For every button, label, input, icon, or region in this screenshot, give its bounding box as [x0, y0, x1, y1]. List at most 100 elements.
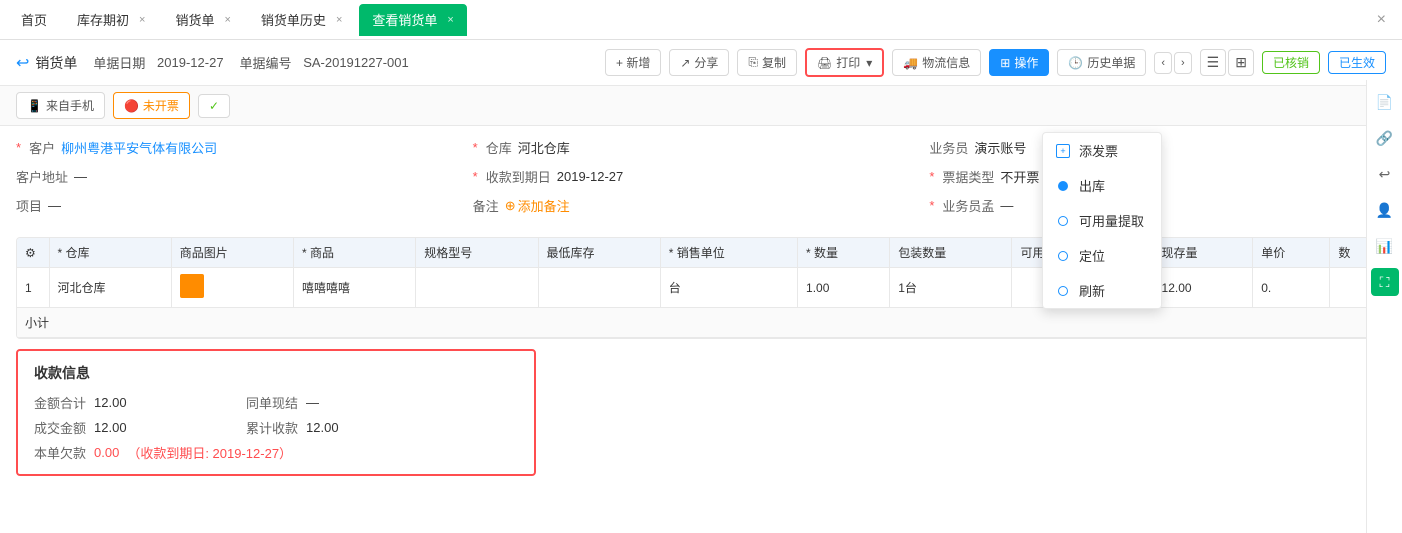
- staff2-value: —: [1000, 198, 1013, 213]
- transaction-amount-item: 成交金额 12.00: [34, 418, 214, 437]
- warehouse-value: 河北仓库: [518, 138, 570, 157]
- col-product: * 商品: [294, 238, 416, 268]
- tab-view-sales[interactable]: 查看销货单 ×: [359, 4, 466, 36]
- dropdown-available-qty[interactable]: 可用量提取: [1043, 203, 1161, 238]
- tab-view-sales-close[interactable]: ×: [447, 14, 453, 26]
- cumulative-payment-item: 累计收款 12.00: [246, 418, 426, 437]
- sidebar-link-icon[interactable]: 🔗: [1371, 124, 1399, 152]
- total-amount-item: 金额合计 12.00: [34, 393, 214, 412]
- add-invoice-icon: +: [1056, 144, 1070, 158]
- transaction-amount-label: 成交金额: [34, 418, 86, 437]
- sidebar-doc-icon[interactable]: 📄: [1371, 88, 1399, 116]
- dropdown-add-invoice[interactable]: + 添发票: [1043, 133, 1161, 168]
- tab-sales-close[interactable]: ×: [224, 14, 230, 26]
- address-value: —: [74, 169, 87, 184]
- project-value: —: [48, 198, 61, 213]
- dropdown-refresh[interactable]: 刷新: [1043, 273, 1161, 308]
- next-button[interactable]: ›: [1174, 52, 1192, 74]
- payment-rows: 金额合计 12.00 同单现结 — 成交金额 12.00: [34, 393, 518, 462]
- col-unit: * 销售单位: [660, 238, 797, 268]
- tab-inventory[interactable]: 库存期初 ×: [64, 4, 158, 36]
- truck-icon: 🚚: [903, 56, 918, 70]
- tab-home[interactable]: 首页: [8, 4, 60, 36]
- col-qty: * 数量: [798, 238, 890, 268]
- effective-badge[interactable]: 已生效: [1328, 51, 1386, 74]
- doc-actions: + 新增 ↗ 分享 ⎘ 复制 🖨 打印 ▾ 🚚: [605, 48, 1386, 77]
- cell-spec: [416, 268, 538, 308]
- tab-sales-label: 销货单: [175, 10, 214, 29]
- grid-view-button[interactable]: ⊞: [1228, 49, 1254, 76]
- cell-min-stock: [538, 268, 660, 308]
- share-button[interactable]: ↗ 分享: [669, 49, 729, 76]
- outbound-icon: [1058, 181, 1068, 191]
- history-icon: 🕒: [1068, 56, 1083, 70]
- bottom-section: 收款信息 金额合计 12.00 同单现结 —: [16, 349, 1386, 476]
- tab-sales-history-close[interactable]: ×: [336, 14, 342, 26]
- payment-info: 收款信息 金额合计 12.00 同单现结 —: [16, 349, 536, 476]
- address-field: 客户地址 —: [16, 167, 473, 186]
- logistics-button[interactable]: 🚚 物流信息: [892, 49, 981, 76]
- not-open-button[interactable]: 🔴 未开票: [113, 92, 190, 119]
- operate-icon: ⊞: [1000, 56, 1010, 70]
- plus-icon: ⊕: [505, 198, 516, 214]
- add-invoice-label: 添发票: [1079, 141, 1118, 160]
- dropdown-locate[interactable]: 定位: [1043, 238, 1161, 273]
- doc-title-text: 销货单: [35, 53, 77, 73]
- same-settlement-label: 同单现结: [246, 393, 298, 412]
- mobile-icon: 📱: [27, 99, 42, 113]
- main-content: ↩ 销货单 单据日期 2019-12-27 单据编号 SA-20191227-0…: [0, 40, 1402, 533]
- col-pack-qty: 包装数量: [890, 238, 1012, 268]
- form-row-3: 项目 — 备注 ⊕ 添加备注 * 业务员孟 —: [16, 196, 1386, 215]
- tab-inventory-close[interactable]: ×: [139, 14, 145, 26]
- tab-view-sales-label: 查看销货单: [372, 10, 437, 29]
- doc-number-value: SA-20191227-001: [303, 55, 409, 70]
- sold-badge[interactable]: 已核销: [1262, 51, 1320, 74]
- ticket-icon: 🔴: [124, 99, 139, 113]
- list-view-button[interactable]: ☰: [1200, 49, 1227, 76]
- window-close[interactable]: ×: [1369, 11, 1394, 29]
- sidebar-back-icon[interactable]: ↩: [1371, 160, 1399, 188]
- data-table: ⚙ * 仓库 商品图片 * 商品 规格型号 最低库存 * 销售单位 * 数量 包…: [17, 238, 1385, 338]
- payment-title: 收款信息: [34, 363, 518, 383]
- same-settlement-value: —: [306, 395, 319, 410]
- prev-button[interactable]: ‹: [1154, 52, 1172, 74]
- payment-row-3: 本单欠款 0.00 （收款到期日: 2019-12-27）: [34, 443, 518, 462]
- cell-unit: 台: [660, 268, 797, 308]
- tab-sales[interactable]: 销货单 ×: [162, 4, 243, 36]
- sidebar-user-icon[interactable]: 👤: [1371, 196, 1399, 224]
- print-button[interactable]: 🖨 打印 ▾: [805, 48, 884, 77]
- col-gear: ⚙: [17, 238, 49, 268]
- new-button[interactable]: + 新增: [605, 49, 661, 76]
- doc-date-value: 2019-12-27: [157, 55, 224, 70]
- copy-button[interactable]: ⎘ 复制: [737, 49, 797, 76]
- doc-date-label: 单据日期 2019-12-27: [93, 53, 223, 72]
- doc-meta: 单据日期 2019-12-27 单据编号 SA-20191227-001: [93, 53, 408, 72]
- tab-sales-history[interactable]: 销货单历史 ×: [248, 4, 355, 36]
- customer-value[interactable]: 柳州粤港平安气体有限公司: [61, 138, 217, 157]
- col-image: 商品图片: [171, 238, 293, 268]
- table-row: 1 河北仓库 嘻嘻嘻嘻 台 1.00 1台 12.00 0.: [17, 268, 1385, 308]
- available-qty-label: 可用量提取: [1079, 211, 1144, 230]
- cumulative-payment-label: 累计收款: [246, 418, 298, 437]
- cell-image: [171, 268, 293, 308]
- available-qty-icon: [1058, 216, 1068, 226]
- col-warehouse: * 仓库: [49, 238, 171, 268]
- history-button[interactable]: 🕒 历史单据: [1057, 49, 1146, 76]
- note-field: 备注 ⊕ 添加备注: [473, 196, 930, 215]
- tab-inventory-label: 库存期初: [77, 10, 129, 29]
- cell-qty: 1.00: [798, 268, 890, 308]
- tab-sales-history-label: 销货单历史: [261, 10, 326, 29]
- add-note-button[interactable]: ⊕ 添加备注: [505, 196, 570, 215]
- warehouse-field: * 仓库 河北仓库: [473, 138, 930, 157]
- operate-button[interactable]: ⊞ 操作: [989, 49, 1049, 76]
- dropdown-outbound[interactable]: 出库: [1043, 168, 1161, 203]
- from-mobile-button[interactable]: 📱 来自手机: [16, 92, 105, 119]
- due-date-field: * 收款到期日 2019-12-27: [473, 167, 930, 186]
- nav-arrows: ‹ ›: [1154, 52, 1191, 74]
- cumulative-payment-value: 12.00: [306, 420, 339, 435]
- sidebar-expand-icon[interactable]: ⛶: [1371, 268, 1399, 296]
- sub-toolbar: 📱 来自手机 🔴 未开票 ✓: [0, 86, 1402, 126]
- copy-icon: ⎘: [748, 55, 758, 70]
- sidebar-chart-icon[interactable]: 📊: [1371, 232, 1399, 260]
- confirm-button[interactable]: ✓: [198, 94, 230, 118]
